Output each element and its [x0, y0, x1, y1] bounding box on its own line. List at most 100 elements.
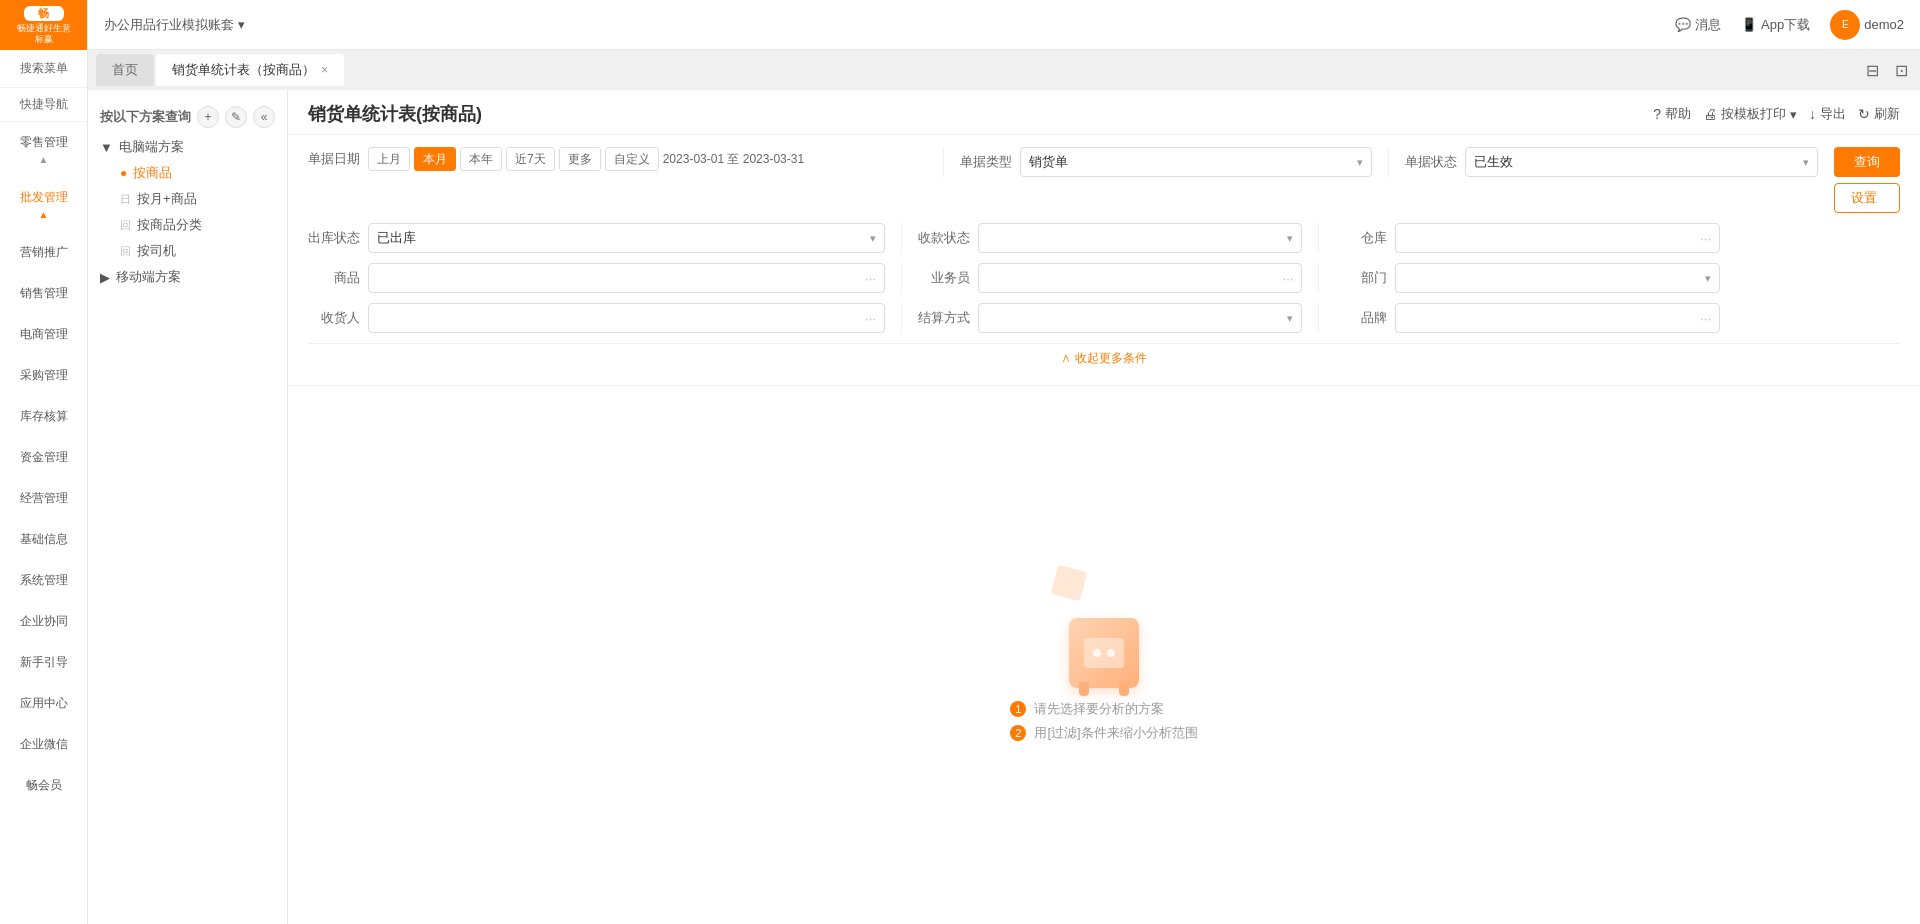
- scheme-by-driver[interactable]: 回 按司机: [108, 238, 287, 264]
- logo-subtext: 标赢: [35, 34, 53, 45]
- page-header: 销货单统计表(按商品) ? 帮助 🖨 按模板打印 ▾ ↓ 导出: [288, 90, 1920, 135]
- sidebar-item-system[interactable]: 系统管理: [20, 560, 68, 601]
- filter-dept-select[interactable]: ▾: [1395, 263, 1720, 293]
- sidebar-item-member[interactable]: 畅会员: [20, 765, 68, 806]
- user-menu[interactable]: E demo2: [1830, 10, 1904, 40]
- filter-receiver-label: 收货人: [308, 309, 368, 327]
- filter-payment-status-select[interactable]: ▾: [978, 223, 1303, 253]
- filter-receiver-input[interactable]: ···: [368, 303, 885, 333]
- edit-scheme-btn[interactable]: ✎: [225, 106, 247, 128]
- tree-group-arrow: ▼: [100, 140, 113, 155]
- help-btn[interactable]: ? 帮助: [1653, 105, 1691, 123]
- filter-warehouse-input[interactable]: ···: [1395, 223, 1720, 253]
- topbar-title: 办公用品行业模拟账套 ▾: [104, 16, 1659, 34]
- refresh-icon: ↻: [1858, 106, 1870, 122]
- scheme-by-product-label: 按商品: [133, 164, 172, 182]
- sidebar-item-label-wholesale: 批发管理: [20, 189, 68, 206]
- sidebar-item-sales[interactable]: 销售管理: [20, 273, 68, 314]
- sidebar-item-wholesale[interactable]: 批发管理 ▲: [20, 177, 68, 232]
- filter-warehouse-label: 仓库: [1335, 229, 1395, 247]
- quick-nav-label: 快捷导航: [20, 97, 68, 111]
- filter-payment-method-select[interactable]: ▾: [978, 303, 1303, 333]
- filter-outbound-field: 出库状态 已出库 ▾: [308, 223, 885, 253]
- filter-brand-field: 品牌 ···: [1335, 303, 1720, 333]
- sidebar-item-label-marketing: 营销推广: [20, 244, 68, 261]
- date-btn-7days[interactable]: 近7天: [506, 147, 555, 171]
- empty-illustration: [1034, 568, 1174, 688]
- sidebar-item-appcenter[interactable]: 应用中心: [20, 683, 68, 724]
- user-avatar: E: [1830, 10, 1860, 40]
- sidebar-item-newbie[interactable]: 新手引导: [20, 642, 68, 683]
- messages-btn[interactable]: 💬 消息: [1675, 16, 1721, 34]
- filter-doc-status-select[interactable]: 已生效 ▾: [1465, 147, 1818, 177]
- scheme-by-product[interactable]: ● 按商品: [108, 160, 287, 186]
- scheme-by-category[interactable]: 回 按商品分类: [108, 212, 287, 238]
- topbar-dropdown[interactable]: ▾: [238, 17, 245, 32]
- scheme-category-icon: 回: [120, 218, 131, 233]
- tab-minimize-icon[interactable]: ⊟: [1862, 57, 1883, 84]
- sidebar-item-basic[interactable]: 基础信息: [20, 519, 68, 560]
- product-more-icon: ···: [865, 271, 876, 286]
- filter-product-input[interactable]: ···: [368, 263, 885, 293]
- date-btn-more[interactable]: 更多: [559, 147, 601, 171]
- filter-brand-input[interactable]: ···: [1395, 303, 1720, 333]
- brand-more-icon: ···: [1700, 311, 1711, 326]
- filter-salesperson-input[interactable]: ···: [978, 263, 1303, 293]
- date-btn-custom[interactable]: 自定义: [605, 147, 659, 171]
- add-scheme-btn[interactable]: +: [197, 106, 219, 128]
- scheme-by-month-product[interactable]: 日 按月+商品: [108, 186, 287, 212]
- sidebar-item-arrow: ▲: [39, 209, 49, 220]
- refresh-btn[interactable]: ↻ 刷新: [1858, 105, 1900, 123]
- tree-group-mobile-arrow: ▶: [100, 270, 110, 285]
- left-panel: 按以下方案查询 + ✎ « ▼ 电脑端方案 ● 按商品: [88, 90, 288, 924]
- tab-sales-stats[interactable]: 销货单统计表（按商品） ×: [156, 54, 344, 86]
- message-icon: 💬: [1675, 17, 1691, 32]
- filter-brand-label: 品牌: [1335, 309, 1395, 327]
- filter-outbound-label: 出库状态: [308, 229, 368, 247]
- tab-close-icon[interactable]: ×: [321, 63, 328, 77]
- sidebar-item-inventory[interactable]: 库存核算: [20, 396, 68, 437]
- tabbar: 首页 销货单统计表（按商品） × ⊟ ⊡: [88, 50, 1920, 90]
- export-btn[interactable]: ↓ 导出: [1809, 105, 1846, 123]
- date-btn-this-year[interactable]: 本年: [460, 147, 502, 171]
- right-panel: 销货单统计表(按商品) ? 帮助 🖨 按模板打印 ▾ ↓ 导出: [288, 90, 1920, 924]
- scheme-by-driver-label: 按司机: [137, 242, 176, 260]
- main-area: 办公用品行业模拟账套 ▾ 💬 消息 📱 App下载 E demo2 首页: [88, 0, 1920, 924]
- filter-area: 单据日期 上月 本月 本年 近7天 更多 自定义 2023-: [288, 135, 1920, 386]
- export-icon: ↓: [1809, 106, 1816, 122]
- quick-nav[interactable]: 快捷导航: [0, 88, 87, 122]
- date-btn-last-month[interactable]: 上月: [368, 147, 410, 171]
- sidebar-item-marketing[interactable]: 营销推广: [20, 232, 68, 273]
- print-dropdown-icon[interactable]: ▾: [1790, 107, 1797, 122]
- left-panel-header: 按以下方案查询 + ✎ «: [88, 100, 287, 134]
- sidebar-item-ecommerce[interactable]: 电商管理: [20, 314, 68, 355]
- search-menu[interactable]: 搜索菜单: [0, 50, 87, 88]
- filter-product-label: 商品: [308, 269, 368, 287]
- sidebar-item-operations[interactable]: 经营管理: [20, 478, 68, 519]
- filter-payment-status-label: 收款状态: [918, 229, 978, 247]
- tab-maximize-icon[interactable]: ⊡: [1891, 57, 1912, 84]
- setting-button[interactable]: 设置: [1834, 183, 1900, 213]
- sidebar-item-finance[interactable]: 资金管理: [20, 437, 68, 478]
- sidebar-item-wxwork[interactable]: 企业微信: [20, 724, 68, 765]
- tree-group-desktop-header[interactable]: ▼ 电脑端方案: [88, 134, 287, 160]
- print-btn[interactable]: 🖨 按模板打印 ▾: [1703, 105, 1797, 123]
- tree-group-desktop: ▼ 电脑端方案 ● 按商品 日 按月+商品 回 按商品分类: [88, 134, 287, 264]
- sidebar-item-retail[interactable]: 零售管理▲: [20, 122, 68, 177]
- sidebar-item-arrow: ▲: [39, 154, 49, 165]
- filter-outbound-select[interactable]: 已出库 ▾: [368, 223, 885, 253]
- collapse-filters-btn[interactable]: ∧ 收起更多条件: [308, 343, 1900, 373]
- tab-home[interactable]: 首页: [96, 54, 154, 86]
- filter-receiver-field: 收货人 ···: [308, 303, 885, 333]
- tree-group-mobile-header[interactable]: ▶ 移动端方案: [88, 264, 287, 290]
- page-header-actions: ? 帮助 🖨 按模板打印 ▾ ↓ 导出 ↻ 刷新: [1653, 105, 1900, 123]
- collapse-panel-btn[interactable]: «: [253, 106, 275, 128]
- app-download-btn[interactable]: 📱 App下载: [1741, 16, 1810, 34]
- page-title: 销货单统计表(按商品): [308, 102, 482, 126]
- query-button[interactable]: 查询: [1834, 147, 1900, 177]
- filter-doc-status-field: 单据状态 已生效 ▾: [1405, 147, 1818, 177]
- sidebar-item-enterprise[interactable]: 企业协同: [20, 601, 68, 642]
- sidebar-item-purchase[interactable]: 采购管理: [20, 355, 68, 396]
- date-btn-this-month[interactable]: 本月: [414, 147, 456, 171]
- filter-doc-type-select[interactable]: 销货单 ▾: [1020, 147, 1373, 177]
